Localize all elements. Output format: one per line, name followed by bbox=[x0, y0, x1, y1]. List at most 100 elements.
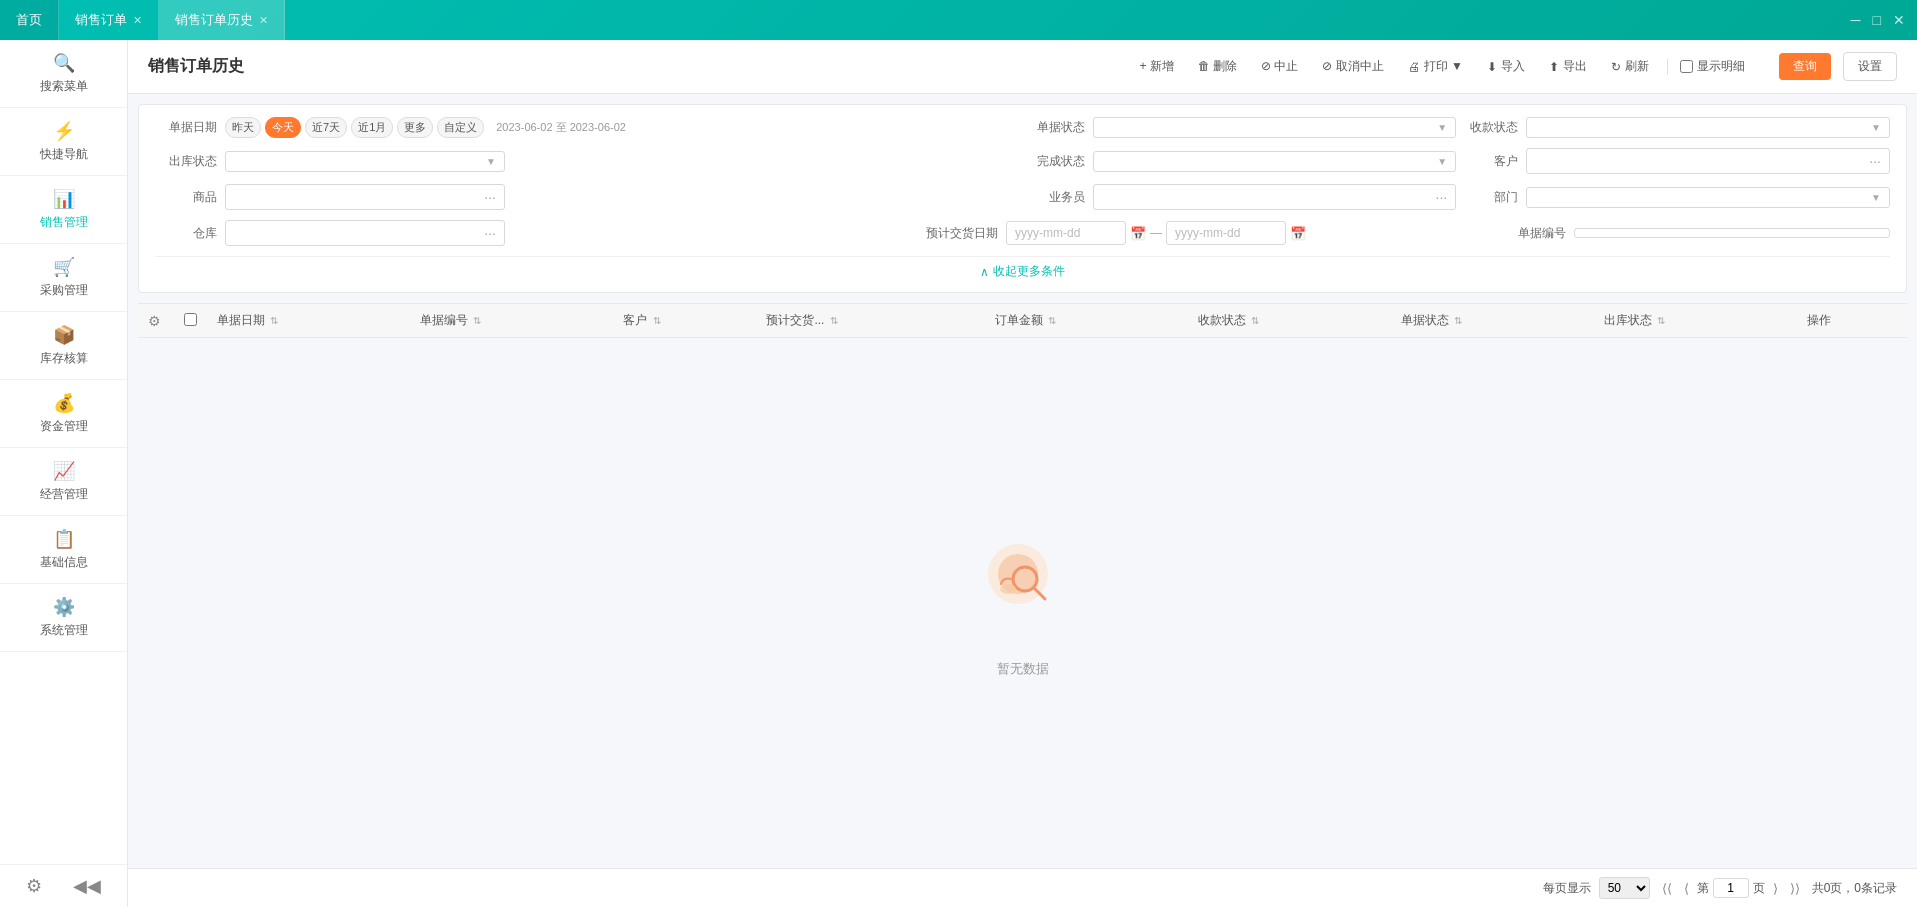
sidebar-item-finance[interactable]: 💰 资金管理 bbox=[0, 380, 127, 448]
print-button[interactable]: 🖨 🖨 打印 打印 ▼ bbox=[1402, 54, 1469, 79]
sidebar-bottom: ⚙ ◀◀ bbox=[0, 864, 127, 907]
main-content: 销售订单历史 + 新增 🗑 删除 ⊘ 中止 ⊘ 取消中止 🖨 🖨 打印 打印 ▼… bbox=[128, 40, 1917, 907]
export-button[interactable]: ⬆ 导出 bbox=[1543, 54, 1593, 79]
date-btn-more[interactable]: 更多 bbox=[397, 117, 433, 138]
first-page-button[interactable]: ⟨⟨ bbox=[1658, 879, 1676, 898]
tab-sales-order-history-label: 销售订单历史 bbox=[175, 11, 253, 29]
sort-doc-date-icon[interactable]: ⇅ bbox=[270, 315, 278, 326]
tab-sales-order-history[interactable]: 销售订单历史 ✕ bbox=[159, 0, 285, 40]
sales-mgmt-icon: 📊 bbox=[53, 188, 75, 210]
sidebar-item-sales-mgmt-label: 销售管理 bbox=[40, 214, 88, 231]
purchase-mgmt-icon: 🛒 bbox=[53, 256, 75, 278]
empty-text: 暂无数据 bbox=[997, 660, 1049, 678]
filter-row-1: 单据日期 昨天 今天 近7天 近1月 更多 自定义 2023-06-02 至 2… bbox=[155, 117, 1890, 138]
goods-dots-icon[interactable]: ··· bbox=[484, 189, 496, 205]
empty-state: 暂无数据 bbox=[138, 338, 1907, 868]
date-btn-today[interactable]: 今天 bbox=[265, 117, 301, 138]
expected-delivery-date-wrap: yyyy-mm-dd 📅 — yyyy-mm-dd 📅 bbox=[1006, 221, 1306, 245]
tab-sales-order[interactable]: 销售订单 ✕ bbox=[59, 0, 159, 40]
calendar-to-icon[interactable]: 📅 bbox=[1290, 226, 1306, 241]
delete-button[interactable]: 🗑 删除 bbox=[1192, 54, 1243, 79]
collapse-label: 收起更多条件 bbox=[993, 263, 1065, 280]
import-button[interactable]: ⬇ 导入 bbox=[1481, 54, 1531, 79]
warehouse-status-chevron-icon: ▼ bbox=[486, 156, 496, 167]
collapse-bar[interactable]: ∧ 收起更多条件 bbox=[155, 256, 1890, 280]
sort-delivery-icon[interactable]: ⇅ bbox=[830, 315, 838, 326]
window-close-icon[interactable]: ✕ bbox=[1893, 12, 1905, 28]
sidebar-item-sales-mgmt[interactable]: 📊 销售管理 bbox=[0, 176, 127, 244]
receipt-status-select[interactable]: ▼ bbox=[1526, 117, 1890, 138]
sidebar-item-sys-mgmt[interactable]: ⚙️ 系统管理 bbox=[0, 584, 127, 652]
next-page-button[interactable]: ⟩ bbox=[1769, 879, 1782, 898]
refresh-button[interactable]: ↻ 刷新 bbox=[1605, 54, 1655, 79]
date-btn-yesterday[interactable]: 昨天 bbox=[225, 117, 261, 138]
display-detail-input[interactable] bbox=[1680, 60, 1693, 73]
display-detail-checkbox[interactable]: 显示明细 bbox=[1680, 58, 1745, 75]
date-range-text: 2023-06-02 至 2023-06-02 bbox=[496, 120, 626, 135]
per-page-select[interactable]: 50 10 20 100 bbox=[1599, 877, 1650, 899]
sidebar-settings-icon[interactable]: ⚙ bbox=[26, 875, 42, 897]
sort-amount-icon[interactable]: ⇅ bbox=[1048, 315, 1056, 326]
data-table: ⚙ 单据日期 ⇅ 单据编号 ⇅ 客户 ⇅ bbox=[138, 303, 1907, 338]
page-prefix: 第 bbox=[1697, 880, 1709, 897]
warehouse-status-select[interactable]: ▼ bbox=[225, 151, 505, 172]
toolbar-divider bbox=[1667, 59, 1668, 75]
sidebar-collapse-icon[interactable]: ◀◀ bbox=[73, 875, 101, 897]
salesperson-dots-icon[interactable]: ··· bbox=[1436, 189, 1448, 205]
sort-doc-status-icon[interactable]: ⇅ bbox=[1454, 315, 1462, 326]
page-title: 销售订单历史 bbox=[148, 56, 244, 77]
sidebar-item-operation[interactable]: 📈 经营管理 bbox=[0, 448, 127, 516]
doc-status-select[interactable]: ▼ bbox=[1093, 117, 1457, 138]
tab-sales-order-close[interactable]: ✕ bbox=[133, 14, 142, 27]
window-maximize-icon[interactable]: □ bbox=[1873, 12, 1881, 28]
stop-button[interactable]: ⊘ 中止 bbox=[1255, 54, 1304, 79]
date-btn-1month[interactable]: 近1月 bbox=[351, 117, 393, 138]
warehouse-dots-icon[interactable]: ··· bbox=[484, 225, 496, 241]
display-detail-label: 显示明细 bbox=[1697, 58, 1745, 75]
complete-status-select[interactable]: ▼ bbox=[1093, 151, 1457, 172]
sidebar-item-purchase-mgmt[interactable]: 🛒 采购管理 bbox=[0, 244, 127, 312]
date-btn-7days[interactable]: 近7天 bbox=[305, 117, 347, 138]
prev-page-button[interactable]: ⟨ bbox=[1680, 879, 1693, 898]
complete-status-chevron-icon: ▼ bbox=[1437, 156, 1447, 167]
sys-mgmt-icon: ⚙️ bbox=[53, 596, 75, 618]
warehouse-status-label: 出库状态 bbox=[155, 153, 225, 170]
sidebar-item-inventory[interactable]: 📦 库存核算 bbox=[0, 312, 127, 380]
sidebar-item-basic-info[interactable]: 📋 基础信息 bbox=[0, 516, 127, 584]
settings-button[interactable]: 设置 bbox=[1843, 52, 1897, 81]
sidebar-item-basic-info-label: 基础信息 bbox=[40, 554, 88, 571]
window-minimize-icon[interactable]: ─ bbox=[1851, 12, 1861, 28]
col-doc-number: 单据编号 ⇅ bbox=[410, 304, 613, 338]
sidebar-item-quick-nav[interactable]: ⚡ 快捷导航 bbox=[0, 108, 127, 176]
table-settings-icon[interactable]: ⚙ bbox=[148, 313, 161, 329]
export-icon: ⬆ bbox=[1549, 60, 1559, 74]
select-all-checkbox[interactable] bbox=[184, 313, 197, 326]
tab-sales-order-history-close[interactable]: ✕ bbox=[259, 14, 268, 27]
sort-doc-number-icon[interactable]: ⇅ bbox=[473, 315, 481, 326]
page-header: 销售订单历史 + 新增 🗑 删除 ⊘ 中止 ⊘ 取消中止 🖨 🖨 打印 打印 ▼… bbox=[128, 40, 1917, 94]
col-expected-delivery: 预计交货... ⇅ bbox=[756, 304, 984, 338]
per-page-label: 每页显示 bbox=[1543, 880, 1591, 897]
query-button[interactable]: 查询 bbox=[1779, 53, 1831, 80]
customer-dots-icon[interactable]: ··· bbox=[1869, 153, 1881, 169]
basic-info-icon: 📋 bbox=[53, 528, 75, 550]
doc-status-chevron-icon: ▼ bbox=[1437, 122, 1447, 133]
sort-receipt-icon[interactable]: ⇅ bbox=[1251, 315, 1259, 326]
sidebar-item-search-menu[interactable]: 🔍 搜索菜单 bbox=[0, 40, 127, 108]
department-label: 部门 bbox=[1456, 189, 1526, 206]
department-select[interactable]: ▼ bbox=[1526, 187, 1890, 208]
tab-home[interactable]: 首页 bbox=[0, 0, 59, 40]
expected-delivery-to[interactable]: yyyy-mm-dd bbox=[1166, 221, 1286, 245]
toolbar: + 新增 🗑 删除 ⊘ 中止 ⊘ 取消中止 🖨 🖨 打印 打印 ▼ ⬇ 导入 ⬆… bbox=[1133, 52, 1897, 81]
expected-delivery-from[interactable]: yyyy-mm-dd bbox=[1006, 221, 1126, 245]
page-number-input[interactable] bbox=[1713, 878, 1749, 898]
expected-delivery-label: 预计交货日期 bbox=[926, 225, 1006, 242]
new-button[interactable]: + 新增 bbox=[1133, 54, 1179, 79]
last-page-button[interactable]: ⟩⟩ bbox=[1786, 879, 1804, 898]
doc-number-input[interactable] bbox=[1574, 228, 1890, 238]
sort-customer-icon[interactable]: ⇅ bbox=[653, 315, 661, 326]
calendar-from-icon[interactable]: 📅 bbox=[1130, 226, 1146, 241]
cancel-stop-button[interactable]: ⊘ 取消中止 bbox=[1316, 54, 1389, 79]
sort-warehouse-icon[interactable]: ⇅ bbox=[1657, 315, 1665, 326]
date-btn-custom[interactable]: 自定义 bbox=[437, 117, 484, 138]
